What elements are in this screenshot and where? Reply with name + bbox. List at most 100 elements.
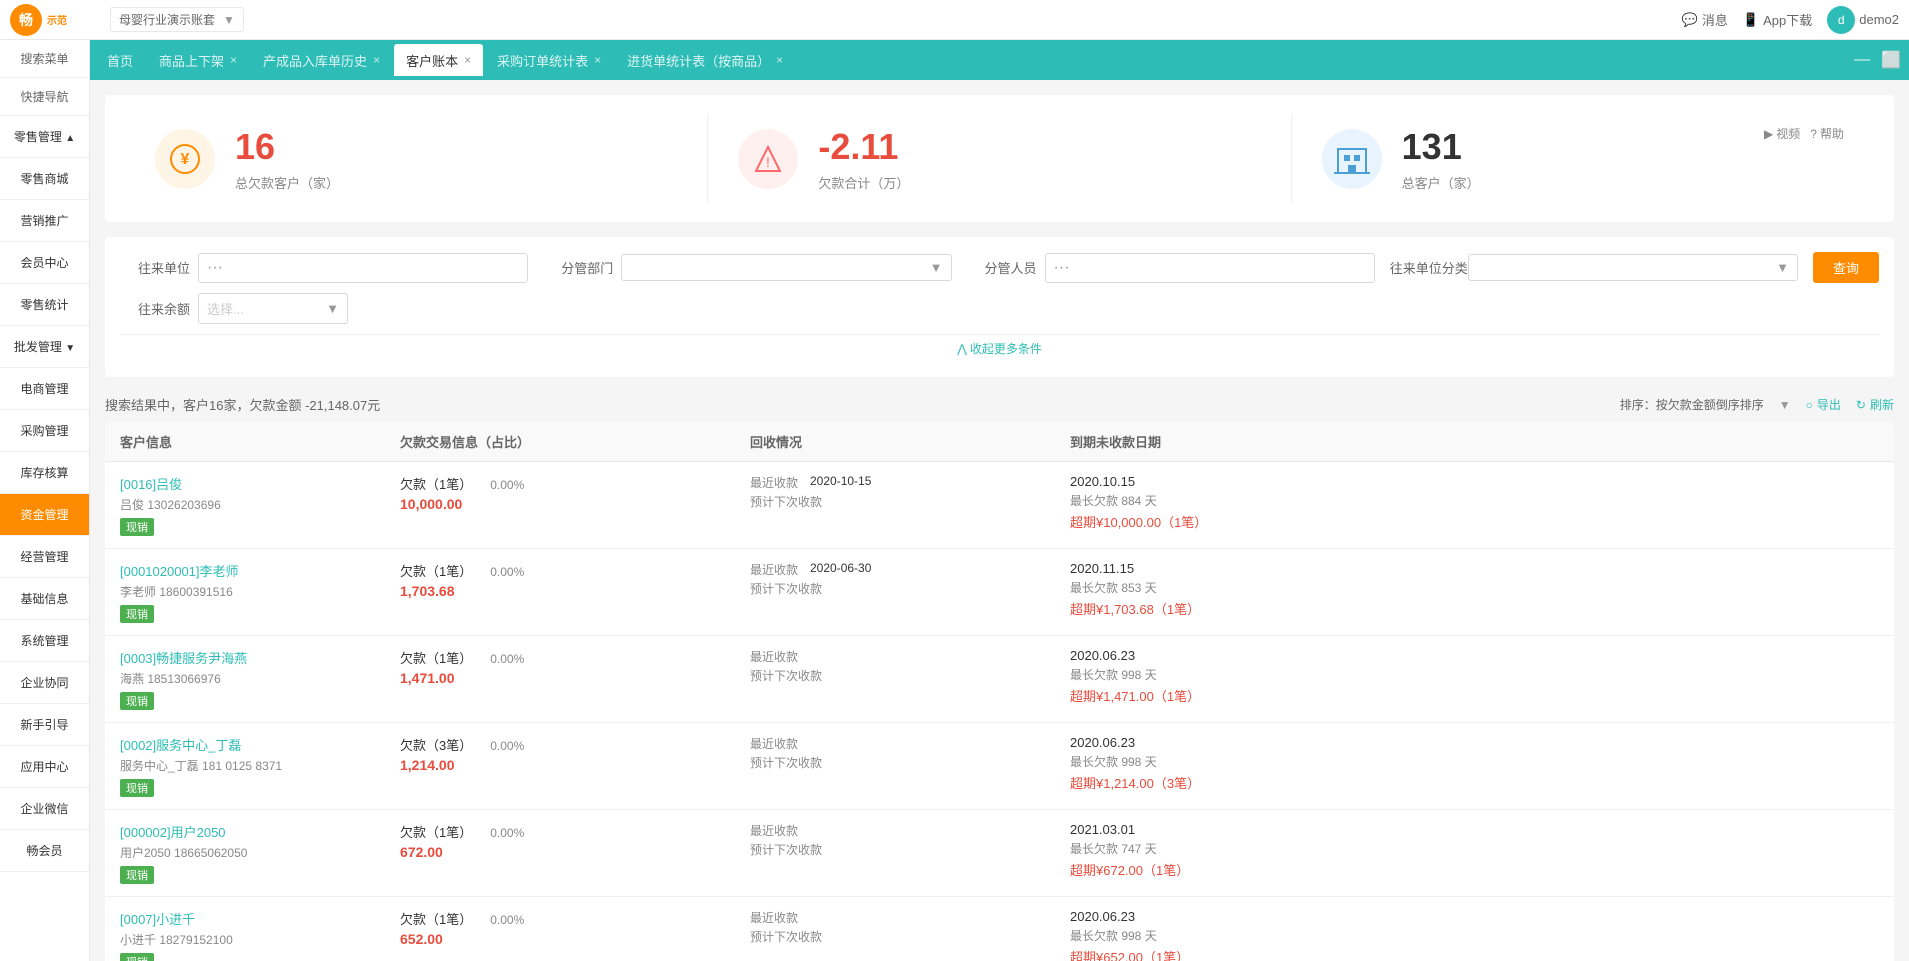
balance-placeholder: 选择... <box>207 299 244 318</box>
overdue-amount[interactable]: 超期¥1,214.00（3笔） <box>1070 773 1879 792</box>
message-icon: 💬 <box>1682 12 1698 28</box>
customer-name[interactable]: [0003]畅捷服务尹海燕 <box>120 648 400 667</box>
payback-cell: 最近收款 预计下次收款 <box>750 909 1070 947</box>
next-collect-row: 预计下次收款 <box>750 928 1070 945</box>
overdue-amount[interactable]: 超期¥652.00（1笔） <box>1070 947 1879 961</box>
balance-input[interactable]: 选择... ▼ <box>198 293 348 324</box>
sidebar-item-guide[interactable]: 新手引导 <box>0 704 89 746</box>
tab-purchase-order-stats[interactable]: 采购订单统计表 × <box>485 44 613 76</box>
tab-product-listing[interactable]: 商品上下架 × <box>147 44 249 76</box>
customer-phone: 吕俊 13026203696 <box>120 496 400 513</box>
debt-count: 欠款（1笔） <box>400 561 472 580</box>
sidebar-item-member-vip[interactable]: 畅会员 <box>0 830 89 872</box>
debt-amount: 652.00 <box>400 931 750 947</box>
sidebar-item-enterprise[interactable]: 企业协同 <box>0 662 89 704</box>
next-collect-label: 预计下次收款 <box>750 493 822 510</box>
overdue-date: 2021.03.01 <box>1070 822 1879 837</box>
store-selector[interactable]: 母婴行业演示账套 ▼ <box>110 7 244 32</box>
sort-label: 排序：按欠款金额倒序排序 <box>1620 396 1764 413</box>
tab-customer-account[interactable]: 客户账本 × <box>394 44 483 76</box>
collapse-filter-button[interactable]: ⋀ 收起更多条件 <box>120 334 1879 362</box>
unit-type-input[interactable]: ▼ <box>1468 254 1798 281</box>
card-number-2: -2.11 <box>818 125 909 168</box>
dept-input[interactable]: ▼ <box>621 254 951 281</box>
tab-inbound-stats[interactable]: 进货单统计表（按商品） × <box>615 44 795 76</box>
overdue-amount[interactable]: 超期¥10,000.00（1笔） <box>1070 512 1879 531</box>
customer-phone: 小进千 18279152100 <box>120 931 400 948</box>
arrow-icon-2: ▼ <box>65 343 75 354</box>
sidebar-item-retail-store[interactable]: 零售商城 <box>0 158 89 200</box>
sidebar-item-basic-info[interactable]: 基础信息 <box>0 578 89 620</box>
tab-finished-goods[interactable]: 产成品入库单历史 × <box>251 44 392 76</box>
card-info-1: 16 总欠款客户（家） <box>235 125 339 192</box>
sidebar-item-inventory[interactable]: 库存核算 <box>0 452 89 494</box>
customer-phone: 海燕 18513066976 <box>120 670 400 687</box>
close-tab-1[interactable]: × <box>230 53 237 67</box>
sidebar-item-system[interactable]: 系统管理 <box>0 620 89 662</box>
last-collect-row: 最近收款 <box>750 648 1070 665</box>
table-row: [0007]小进千 小进千 18279152100 现销 欠款（1笔） 0.00… <box>105 897 1894 961</box>
debt-ratio: 0.00% <box>490 565 524 579</box>
tab-minimize-icon[interactable]: — <box>1851 48 1873 72</box>
close-tab-2[interactable]: × <box>373 53 380 67</box>
person-input[interactable]: ··· <box>1045 253 1375 283</box>
last-collect-date: 2020-10-15 <box>810 474 871 491</box>
search-button[interactable]: 查询 <box>1813 252 1879 283</box>
dept-label: 分管部门 <box>543 258 613 277</box>
sidebar-item-retail-stats[interactable]: 零售统计 <box>0 284 89 326</box>
sidebar-item-wechat[interactable]: 企业微信 <box>0 788 89 830</box>
last-collect-label: 最近收款 <box>750 474 810 491</box>
overdue-amount[interactable]: 超期¥1,471.00（1笔） <box>1070 686 1879 705</box>
close-tab-4[interactable]: × <box>594 53 601 67</box>
sidebar-item-wholesale-mgmt[interactable]: 批发管理 ▼ <box>0 326 89 368</box>
overdue-amount[interactable]: 超期¥1,703.68（1笔） <box>1070 599 1879 618</box>
overdue-cell: 2020.10.15 最长欠款 884 天 超期¥10,000.00（1笔） <box>1070 474 1879 531</box>
page-content: ¥ 16 总欠款客户（家） ! -2.11 欠款合计（万） <box>90 80 1909 961</box>
next-collect-row: 预计下次收款 <box>750 493 1070 510</box>
tab-home[interactable]: 首页 <box>95 44 145 76</box>
help-button[interactable]: ? 帮助 <box>1810 125 1844 142</box>
debt-info-cell: 欠款（1笔） 0.00% 1,703.68 <box>400 561 750 599</box>
customer-name[interactable]: [000002]用户2050 <box>120 822 400 841</box>
debt-ratio: 0.00% <box>490 739 524 753</box>
filter-unit-type: 往来单位分类 ▼ <box>1390 254 1798 281</box>
customer-name[interactable]: [0007]小进千 <box>120 909 400 928</box>
video-help-button[interactable]: ▶ 视频 <box>1764 125 1800 142</box>
quick-nav[interactable]: 快捷导航 <box>0 78 89 116</box>
sidebar-item-finance[interactable]: 资金管理 <box>0 494 89 536</box>
sidebar-item-purchase[interactable]: 采购管理 <box>0 410 89 452</box>
help-icon: ? <box>1810 127 1817 141</box>
sidebar-item-retail-mgmt[interactable]: 零售管理 ▲ <box>0 116 89 158</box>
sidebar-item-app-center[interactable]: 应用中心 <box>0 746 89 788</box>
customer-name[interactable]: [0002]服务中心_丁磊 <box>120 735 400 754</box>
customer-name[interactable]: [0016]吕俊 <box>120 474 400 493</box>
debt-count: 欠款（1笔） <box>400 648 472 667</box>
close-tab-5[interactable]: × <box>776 53 783 67</box>
customer-name[interactable]: [0001020001]李老师 <box>120 561 400 580</box>
debt-info-cell: 欠款（1笔） 0.00% 652.00 <box>400 909 750 947</box>
customer-info-cell: [0003]畅捷服务尹海燕 海燕 18513066976 现销 <box>120 648 400 710</box>
last-collect-row: 最近收款 2020-10-15 <box>750 474 1070 491</box>
next-collect-label: 预计下次收款 <box>750 667 822 684</box>
dept-arrow-icon: ▼ <box>930 260 943 275</box>
overdue-amount[interactable]: 超期¥672.00（1笔） <box>1070 860 1879 879</box>
refresh-button[interactable]: ↻ 刷新 <box>1856 396 1894 413</box>
tab-maximize-icon[interactable]: ⬜ <box>1878 47 1904 73</box>
sidebar-item-member[interactable]: 会员中心 <box>0 242 89 284</box>
dots-icon: ··· <box>207 259 223 277</box>
sidebar-item-ecommerce[interactable]: 电商管理 <box>0 368 89 410</box>
user-avatar[interactable]: d demo2 <box>1827 6 1899 34</box>
result-actions: 排序：按欠款金额倒序排序 ▼ ○ 导出 ↻ 刷新 <box>1620 396 1894 413</box>
export-button[interactable]: ○ 导出 <box>1806 396 1841 413</box>
messages-button[interactable]: 💬 消息 <box>1682 10 1728 29</box>
search-menu[interactable]: 搜索菜单 <box>0 40 89 78</box>
table-row: [0002]服务中心_丁磊 服务中心_丁磊 181 0125 8371 现销 欠… <box>105 723 1894 810</box>
source-unit-input[interactable]: ··· <box>198 253 528 283</box>
sidebar-item-operations[interactable]: 经营管理 <box>0 536 89 578</box>
close-tab-3[interactable]: × <box>464 53 471 67</box>
col-header-customer: 客户信息 <box>120 432 400 451</box>
filter-source-unit: 往来单位 ··· <box>120 253 528 283</box>
refresh-icon: ↻ <box>1856 398 1866 412</box>
app-download-button[interactable]: 📱 App下载 <box>1743 10 1812 29</box>
sidebar-item-marketing[interactable]: 营销推广 <box>0 200 89 242</box>
